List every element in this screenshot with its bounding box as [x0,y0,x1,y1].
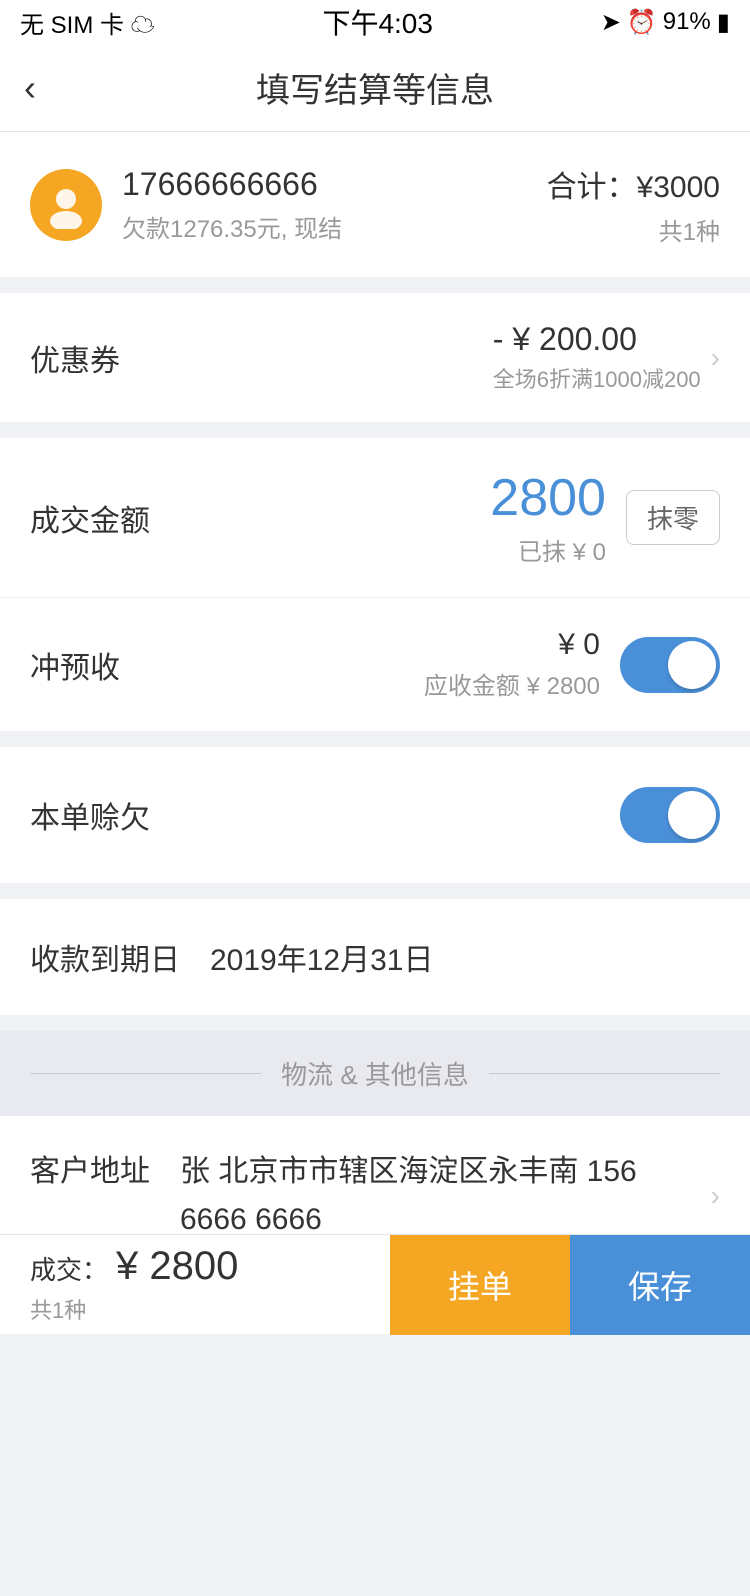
nav-bar: ‹ 填写结算等信息 [0,44,750,132]
customer-right: 合计：¥3000 共1种 [547,162,720,247]
deal-amount-col: 2800 已抹 ¥ 0 [490,468,606,567]
due-date-value: 2019年12月31日 [210,935,433,979]
address-chevron-icon: › [711,1180,720,1212]
prepay-toggle[interactable] [620,637,720,693]
bottom-count: 共1种 [30,1293,360,1325]
prepay-row: 冲预收 ¥ 0 应收金额 ¥ 2800 [0,598,750,731]
deal-amount-label: 成交金额 [30,496,150,540]
chevron-right-icon: › [711,342,720,374]
customer-left: 17666666666 欠款1276.35元, 现结 [30,166,342,244]
back-button[interactable]: ‹ [24,67,36,109]
status-bar: 无 SIM 卡 ☁ 下午4:03 ➤ ⏰ 91% ▮ [0,0,750,44]
battery-label: 91% [663,8,711,36]
location-icon: ➤ [601,8,621,37]
bottom-summary: 成交： ¥ 2800 共1种 [0,1244,390,1325]
debit-toggle[interactable] [620,787,720,843]
bottom-deal-amount: ¥ 2800 [116,1244,238,1289]
battery-icon: ▮ [717,8,730,37]
content-area: 17666666666 欠款1276.35元, 现结 合计：¥3000 共1种 … [0,132,750,1596]
coupon-desc: 全场6折满1000减200 [493,362,701,394]
total-amount: 合计：¥3000 [547,162,720,206]
deal-amount-section: 成交金额 2800 已抹 ¥ 0 抹零 冲预收 ¥ 0 应收金额 ¥ 2800 [0,438,750,731]
customer-card: 17666666666 欠款1276.35元, 现结 合计：¥3000 共1种 [0,132,750,277]
due-date-row: 收款到期日 2019年12月31日 [0,899,750,1015]
prepay-sub: 应收金额 ¥ 2800 [424,666,600,701]
pending-button[interactable]: 挂单 [390,1235,570,1335]
logistics-divider-text: 物流 & 其他信息 [261,1055,489,1092]
round-button[interactable]: 抹零 [626,490,720,545]
divider-line-left [30,1073,261,1074]
coupon-right: - ¥ 200.00 全场6折满1000减200 › [493,321,720,394]
page-title: 填写结算等信息 [256,63,494,112]
avatar [30,169,102,241]
save-button[interactable]: 保存 [570,1235,750,1335]
divider-line-right [489,1073,720,1074]
bottom-deal: 成交： ¥ 2800 [30,1244,360,1289]
deal-amount-right: 2800 已抹 ¥ 0 抹零 [490,468,720,567]
customer-debt: 欠款1276.35元, 现结 [122,209,342,244]
due-date-label: 收款到期日 [30,935,180,979]
bottom-bar: 成交： ¥ 2800 共1种 挂单 保存 [0,1234,750,1334]
customer-info: 17666666666 欠款1276.35元, 现结 [122,166,342,244]
debit-label: 本单赊欠 [30,793,150,837]
no-sim-label: 无 SIM 卡 ☁ [20,5,155,40]
coupon-discount: - ¥ 200.00 [493,321,701,358]
status-time: 下午4:03 [322,2,433,42]
debit-row: 本单赊欠 [0,747,750,883]
deal-amount-value: 2800 [490,468,606,528]
prepay-amount: ¥ 0 [424,628,600,662]
deal-amount-row: 成交金额 2800 已抹 ¥ 0 抹零 [0,438,750,598]
address-value: 张 北京市市辖区海淀区永丰南 156 6666 6666 [180,1148,701,1244]
total-count: 共1种 [547,212,720,247]
prepay-label: 冲预收 [30,643,120,687]
prepay-right: ¥ 0 应收金额 ¥ 2800 [424,628,720,701]
coupon-row[interactable]: 优惠券 - ¥ 200.00 全场6折满1000减200 › [0,293,750,422]
prepay-amount-col: ¥ 0 应收金额 ¥ 2800 [424,628,600,701]
clock-icon: ⏰ [627,8,657,37]
coupon-label: 优惠券 [30,336,120,380]
status-right: ➤ ⏰ 91% ▮ [601,8,730,37]
bottom-deal-label: 成交： [30,1250,108,1287]
logistics-divider: 物流 & 其他信息 [0,1031,750,1116]
address-label: 客户地址 [30,1148,150,1196]
customer-phone: 17666666666 [122,166,342,203]
status-left: 无 SIM 卡 ☁ [20,5,155,40]
deal-sub: 已抹 ¥ 0 [490,532,606,567]
